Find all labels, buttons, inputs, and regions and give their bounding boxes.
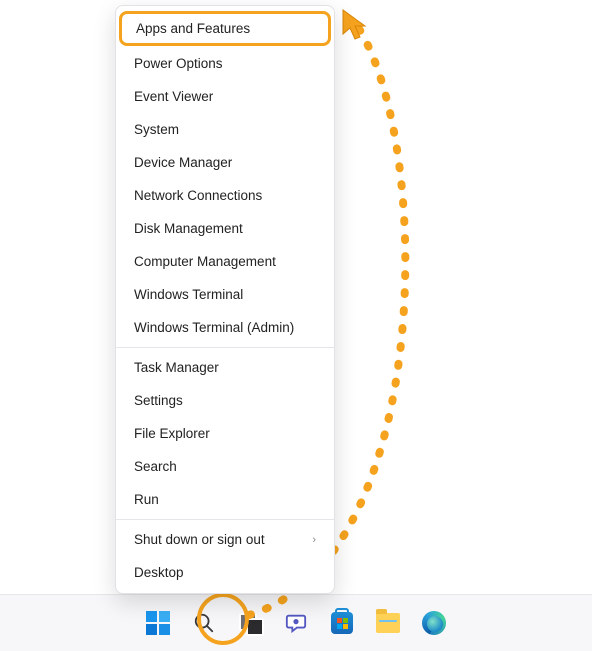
menu-item-windows-terminal[interactable]: Windows Terminal — [116, 278, 334, 311]
menu-item-label: Event Viewer — [134, 89, 213, 104]
taskbar-file-explorer-button[interactable] — [372, 607, 404, 639]
menu-item-label: File Explorer — [134, 426, 210, 441]
menu-item-windows-terminal-admin[interactable]: Windows Terminal (Admin) — [116, 311, 334, 344]
menu-item-label: Device Manager — [134, 155, 232, 170]
menu-item-computer-management[interactable]: Computer Management — [116, 245, 334, 278]
start-button[interactable] — [142, 607, 174, 639]
menu-separator — [116, 519, 334, 520]
menu-item-run[interactable]: Run — [116, 483, 334, 516]
menu-item-label: Power Options — [134, 56, 223, 71]
menu-item-label: Windows Terminal — [134, 287, 243, 302]
menu-item-file-explorer[interactable]: File Explorer — [116, 417, 334, 450]
menu-item-label: Computer Management — [134, 254, 276, 269]
menu-item-label: Shut down or sign out — [134, 532, 265, 547]
menu-item-label: Disk Management — [134, 221, 243, 236]
edge-icon — [422, 611, 446, 635]
menu-item-label: Apps and Features — [136, 21, 250, 36]
menu-item-label: Task Manager — [134, 360, 219, 375]
menu-item-shut-down-or-sign-out[interactable]: Shut down or sign out › — [116, 523, 334, 556]
taskbar-search-button[interactable] — [188, 607, 220, 639]
annotation-cursor-icon — [340, 8, 370, 42]
menu-item-apps-and-features[interactable]: Apps and Features — [119, 11, 331, 46]
menu-item-label: Search — [134, 459, 177, 474]
chevron-right-icon: › — [306, 534, 316, 546]
menu-item-label: Desktop — [134, 565, 184, 580]
menu-item-label: System — [134, 122, 179, 137]
windows-logo-icon — [146, 611, 170, 635]
winx-context-menu: Apps and Features Power Options Event Vi… — [115, 5, 335, 594]
menu-item-power-options[interactable]: Power Options — [116, 47, 334, 80]
menu-item-settings[interactable]: Settings — [116, 384, 334, 417]
menu-item-disk-management[interactable]: Disk Management — [116, 212, 334, 245]
menu-item-event-viewer[interactable]: Event Viewer — [116, 80, 334, 113]
menu-item-network-connections[interactable]: Network Connections — [116, 179, 334, 212]
taskbar-chat-button[interactable] — [280, 607, 312, 639]
menu-item-label: Network Connections — [134, 188, 262, 203]
menu-item-desktop[interactable]: Desktop — [116, 556, 334, 589]
desktop: Apps and Features Power Options Event Vi… — [0, 0, 592, 651]
file-explorer-icon — [376, 613, 400, 633]
taskbar-microsoft-store-button[interactable] — [326, 607, 358, 639]
taskbar-edge-button[interactable] — [418, 607, 450, 639]
taskbar-task-view-button[interactable] — [234, 607, 266, 639]
menu-item-label: Settings — [134, 393, 183, 408]
microsoft-store-icon — [331, 612, 353, 634]
menu-item-label: Run — [134, 492, 159, 507]
menu-item-search[interactable]: Search — [116, 450, 334, 483]
taskbar — [0, 594, 592, 651]
menu-separator — [116, 347, 334, 348]
menu-item-label: Windows Terminal (Admin) — [134, 320, 294, 335]
menu-item-task-manager[interactable]: Task Manager — [116, 351, 334, 384]
menu-item-system[interactable]: System — [116, 113, 334, 146]
task-view-icon — [239, 613, 261, 633]
menu-item-device-manager[interactable]: Device Manager — [116, 146, 334, 179]
chat-icon — [285, 612, 307, 634]
search-icon — [193, 612, 215, 634]
